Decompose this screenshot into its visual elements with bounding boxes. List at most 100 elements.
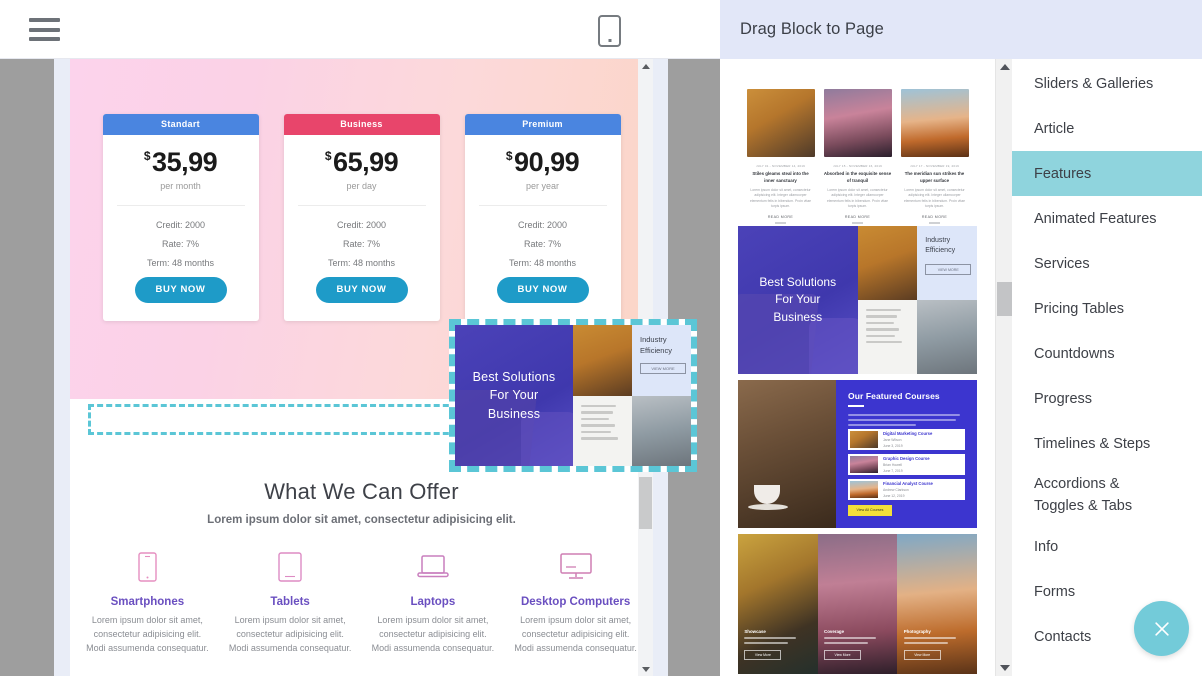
pricing-card[interactable]: Premium $90,99 per year Credit: 2000 Rat… <box>464 114 621 321</box>
drop-zone-indicator[interactable] <box>88 404 467 435</box>
pricing-card[interactable]: Standart $35,99 per month Credit: 2000 R… <box>102 114 259 321</box>
thumb-hero-title: Best Solutions For Your Business <box>759 274 837 324</box>
buy-now-button[interactable]: BUY NOW <box>134 277 227 303</box>
menu-item-article[interactable]: Article <box>1012 106 1202 151</box>
menu-item-label: Accordions & Toggles & Tabs <box>1034 475 1133 514</box>
thumb-meta: JULY 17 - NOVEMBER 19, 2019 <box>910 164 959 168</box>
scroll-up-icon[interactable] <box>638 59 653 73</box>
what-we-can-offer-section: What We Can Offer Lorem ipsum dolor sit … <box>70 459 653 656</box>
block-thumbnail-featured-courses[interactable]: Our Featured Courses Digital Marketing C… <box>738 380 977 528</box>
thumb-showcase-button: View More <box>744 650 782 660</box>
ghost-text-cell <box>573 395 632 466</box>
pricing-feature: Term: 48 months <box>508 258 577 268</box>
offer-item: Desktop Computers Lorem ipsum dolor sit … <box>504 548 647 656</box>
pricing-card-period: per month <box>160 181 201 191</box>
text-line <box>865 315 897 318</box>
thumb-showcase-label: Coverage View More <box>824 629 877 660</box>
menu-item-accordions-toggles-tabs[interactable]: Accordions & Toggles & Tabs <box>1012 466 1202 524</box>
thumb-read-more: READ MORE <box>767 215 794 220</box>
menu-item-sliders-galleries[interactable]: Sliders & Galleries <box>1012 61 1202 106</box>
thumb-industry-title: Industry Efficiency <box>925 237 956 255</box>
block-thumbnail-showcase-trio[interactable]: Showcase View More Coverage View More Ph… <box>738 534 977 674</box>
hamburger-icon[interactable] <box>29 18 60 41</box>
close-panel-button[interactable] <box>1134 601 1189 656</box>
offer-item: Laptops Lorem ipsum dolor sit amet, cons… <box>362 548 505 656</box>
thumb-showcase-label: Photography View More <box>903 629 956 660</box>
thumb-showcase-title: Coverage <box>824 629 845 634</box>
dragged-block-preview: Best Solutions For Your Business Industry E… <box>455 325 691 466</box>
offer-item-desc: Lorem ipsum dolor sit amet, consectetur … <box>371 615 495 653</box>
scroll-down-icon[interactable] <box>996 660 1013 676</box>
dragged-block-ghost[interactable]: Best Solutions For Your Business Industry E… <box>449 319 697 472</box>
buy-now-button[interactable]: BUY NOW <box>496 277 589 303</box>
pricing-card-title: Premium <box>464 114 621 135</box>
menu-item-services[interactable]: Services <box>1012 241 1202 286</box>
hamburger-bar <box>29 37 60 41</box>
menu-item-progress[interactable]: Progress <box>1012 376 1202 421</box>
thumb-meta: JULY 01 - NOVEMBER 14, 2019 <box>756 164 805 168</box>
thumb-card: JULY 15 - NOVEMBER 16, 2019 Absorbed in … <box>823 89 892 225</box>
pricing-feature: Term: 48 months <box>146 258 215 268</box>
scroll-down-icon[interactable] <box>638 662 653 676</box>
app-root: Standart $35,99 per month Credit: 2000 R… <box>0 0 1202 676</box>
smartphone-icon <box>84 548 211 586</box>
ghost-industry-cell: Industry Efficiency VIEW MORE <box>632 325 691 396</box>
close-icon <box>1154 621 1169 636</box>
thumb-photo-shape <box>808 317 864 374</box>
thumb-course-row: Graphic Design Course Brian Howell June … <box>847 453 965 475</box>
ghost-hero-title: Best Solutions For Your Business <box>472 370 556 421</box>
ghost-photo-street <box>632 395 691 466</box>
thumb-image <box>746 89 815 157</box>
thumb-course-date: June 12, 2019 <box>882 493 905 498</box>
offer-item-title: Tablets <box>270 596 310 608</box>
thumb-photo-street <box>917 300 977 374</box>
text-line <box>865 309 901 312</box>
text-line <box>847 413 961 416</box>
block-library-panel: Drag Block to Page JULY 01 - NOVEMBER 14… <box>720 0 1202 676</box>
pricing-feature: Rate: 7% <box>523 239 562 249</box>
thumb-course-title: Graphic Design Course <box>882 455 930 461</box>
menu-item-info[interactable]: Info <box>1012 524 1202 569</box>
thumb-course-author: Brian Howell <box>882 462 903 467</box>
thumb-courses-heading: Our Featured Courses <box>847 391 940 401</box>
buy-now-button[interactable]: BUY NOW <box>315 277 408 303</box>
text-line <box>865 340 903 344</box>
ghost-photo-desk <box>573 325 632 396</box>
pricing-card-body: $65,99 per day Credit: 2000 Rate: 7% Ter… <box>284 135 440 303</box>
panel-scrollbar-thumb[interactable] <box>997 282 1012 316</box>
menu-item-timelines-steps[interactable]: Timelines & Steps <box>1012 421 1202 466</box>
pricing-card-title: Standart <box>102 114 259 135</box>
canvas-scrollbar-thumb[interactable] <box>639 477 652 529</box>
pricing-card-body: $90,99 per year Credit: 2000 Rate: 7% Te… <box>465 135 621 303</box>
mobile-preview-icon[interactable] <box>598 15 621 47</box>
ghost-industry-title: Industry Efficiency <box>640 335 672 355</box>
offer-item-desc: Lorem ipsum dolor sit amet, consectetur … <box>514 615 637 653</box>
menu-item-animated-features[interactable]: Animated Features <box>1012 196 1202 241</box>
canvas-backdrop-left <box>0 59 54 676</box>
thumb-course-author: Jane Wilson <box>882 437 902 442</box>
text-line <box>847 423 916 426</box>
thumb-course-image <box>849 455 878 473</box>
pricing-card[interactable]: Business $65,99 per day Credit: 2000 Rat… <box>283 114 440 321</box>
scroll-up-icon[interactable] <box>996 59 1013 75</box>
offer-item-desc: Lorem ipsum dolor sit amet, consectetur … <box>86 615 209 653</box>
thumb-card: JULY 17 - NOVEMBER 19, 2019 The meridian… <box>900 89 969 225</box>
pricing-feature: Credit: 2000 <box>155 220 206 230</box>
menu-item-pricing-tables[interactable]: Pricing Tables <box>1012 286 1202 331</box>
tablet-icon <box>227 548 354 586</box>
thumb-showcase-title: Photography <box>903 629 931 634</box>
block-thumbnail-best-solutions[interactable]: Best Solutions For Your Business Industry E… <box>738 226 977 374</box>
thumb-hero: Best Solutions For Your Business <box>738 226 864 374</box>
section-subheading: Lorem ipsum dolor sit amet, consectetur … <box>207 514 516 526</box>
thumb-course-image <box>849 480 878 498</box>
panel-scrollbar[interactable] <box>995 59 1012 676</box>
block-thumbnail-list[interactable]: JULY 01 - NOVEMBER 14, 2019 Stiles gleam… <box>720 59 995 676</box>
pricing-card-price: $90,99 <box>465 147 621 178</box>
editor-topbar <box>0 0 720 59</box>
menu-item-countdowns[interactable]: Countdowns <box>1012 331 1202 376</box>
menu-item-features[interactable]: Features <box>1012 151 1202 196</box>
thumb-showcase-button: View More <box>824 650 862 660</box>
section-heading: What We Can Offer <box>264 479 459 504</box>
block-thumbnail-article-cards[interactable]: JULY 01 - NOVEMBER 14, 2019 Stiles gleam… <box>738 65 977 225</box>
pricing-card-features: Credit: 2000 Rate: 7% Term: 48 months <box>103 206 259 268</box>
